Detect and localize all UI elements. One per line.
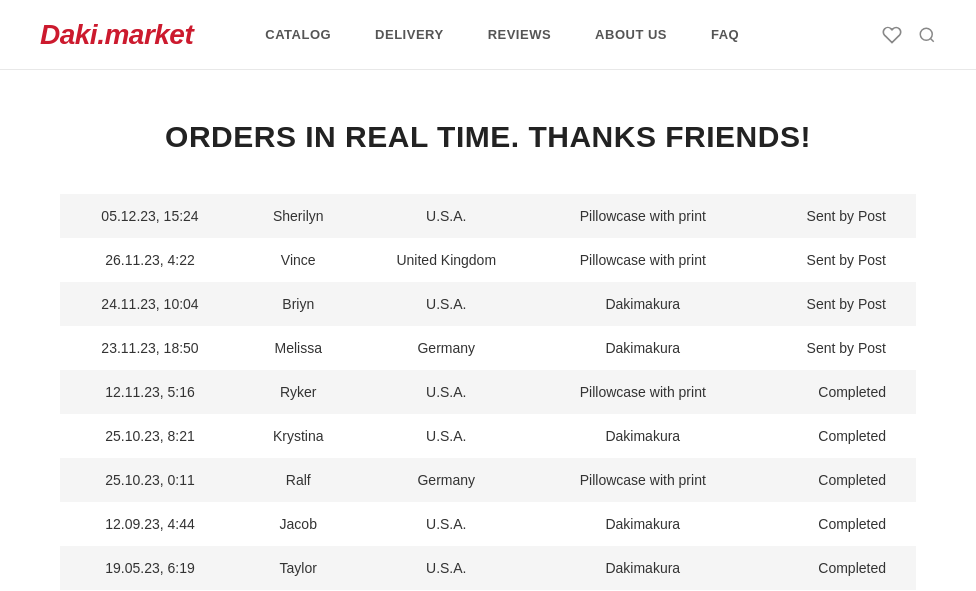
order-product: Dakimakura	[536, 414, 750, 458]
site-header: Daki.market CATALOGDELIVERYREVIEWSABOUT …	[0, 0, 976, 70]
order-date: 23.11.23, 18:50	[60, 326, 240, 370]
order-name: Taylor	[240, 546, 356, 590]
nav-item-delivery[interactable]: DELIVERY	[353, 27, 466, 42]
order-name: Vince	[240, 238, 356, 282]
order-country: Germany	[357, 458, 537, 502]
page-title: ORDERS IN REAL TIME. THANKS FRIENDS!	[60, 120, 916, 154]
order-date: 24.11.23, 10:04	[60, 282, 240, 326]
order-country: U.S.A.	[357, 502, 537, 546]
wishlist-icon[interactable]	[882, 25, 902, 45]
search-icon[interactable]	[918, 26, 936, 44]
header-icons	[882, 25, 936, 45]
svg-point-0	[920, 28, 932, 40]
order-name: Ralf	[240, 458, 356, 502]
table-row: 05.12.23, 15:24 Sherilyn U.S.A. Pillowca…	[60, 194, 916, 238]
table-row: 26.11.23, 4:22 Vince United Kingdom Pill…	[60, 238, 916, 282]
order-status: Sent by Post	[750, 326, 916, 370]
nav-item-about-us[interactable]: ABOUT US	[573, 27, 689, 42]
order-name: Jacob	[240, 502, 356, 546]
order-country: U.S.A.	[357, 282, 537, 326]
order-status: Completed	[750, 502, 916, 546]
table-row: 12.11.23, 5:16 Ryker U.S.A. Pillowcase w…	[60, 370, 916, 414]
order-status: Completed	[750, 546, 916, 590]
order-status: Completed	[750, 414, 916, 458]
order-country: U.S.A.	[357, 370, 537, 414]
order-date: 25.10.23, 0:11	[60, 458, 240, 502]
order-date: 19.05.23, 6:19	[60, 546, 240, 590]
orders-table: 05.12.23, 15:24 Sherilyn U.S.A. Pillowca…	[60, 194, 916, 590]
order-name: Briyn	[240, 282, 356, 326]
order-date: 05.12.23, 15:24	[60, 194, 240, 238]
order-country: United Kingdom	[357, 238, 537, 282]
table-row: 25.10.23, 8:21 Krystina U.S.A. Dakimakur…	[60, 414, 916, 458]
main-content: ORDERS IN REAL TIME. THANKS FRIENDS! 05.…	[0, 70, 976, 591]
order-product: Pillowcase with print	[536, 194, 750, 238]
order-status: Completed	[750, 458, 916, 502]
order-product: Dakimakura	[536, 502, 750, 546]
svg-line-1	[930, 38, 933, 41]
table-row: 25.10.23, 0:11 Ralf Germany Pillowcase w…	[60, 458, 916, 502]
table-row: 19.05.23, 6:19 Taylor U.S.A. Dakimakura …	[60, 546, 916, 590]
order-name: Sherilyn	[240, 194, 356, 238]
order-product: Pillowcase with print	[536, 238, 750, 282]
order-date: 25.10.23, 8:21	[60, 414, 240, 458]
order-status: Sent by Post	[750, 238, 916, 282]
order-date: 26.11.23, 4:22	[60, 238, 240, 282]
order-product: Dakimakura	[536, 546, 750, 590]
main-nav: CATALOGDELIVERYREVIEWSABOUT USFAQ	[243, 27, 882, 42]
order-date: 12.09.23, 4:44	[60, 502, 240, 546]
site-logo[interactable]: Daki.market	[40, 19, 193, 51]
order-status: Sent by Post	[750, 282, 916, 326]
table-row: 24.11.23, 10:04 Briyn U.S.A. Dakimakura …	[60, 282, 916, 326]
order-status: Sent by Post	[750, 194, 916, 238]
nav-item-faq[interactable]: FAQ	[689, 27, 761, 42]
order-name: Ryker	[240, 370, 356, 414]
order-country: U.S.A.	[357, 414, 537, 458]
nav-item-reviews[interactable]: REVIEWS	[466, 27, 573, 42]
order-product: Dakimakura	[536, 282, 750, 326]
order-status: Completed	[750, 370, 916, 414]
order-product: Pillowcase with print	[536, 370, 750, 414]
order-country: Germany	[357, 326, 537, 370]
table-row: 12.09.23, 4:44 Jacob U.S.A. Dakimakura C…	[60, 502, 916, 546]
order-country: U.S.A.	[357, 546, 537, 590]
nav-item-catalog[interactable]: CATALOG	[243, 27, 353, 42]
order-product: Dakimakura	[536, 326, 750, 370]
table-row: 23.11.23, 18:50 Melissa Germany Dakimaku…	[60, 326, 916, 370]
order-name: Krystina	[240, 414, 356, 458]
order-name: Melissa	[240, 326, 356, 370]
order-country: U.S.A.	[357, 194, 537, 238]
order-date: 12.11.23, 5:16	[60, 370, 240, 414]
order-product: Pillowcase with print	[536, 458, 750, 502]
